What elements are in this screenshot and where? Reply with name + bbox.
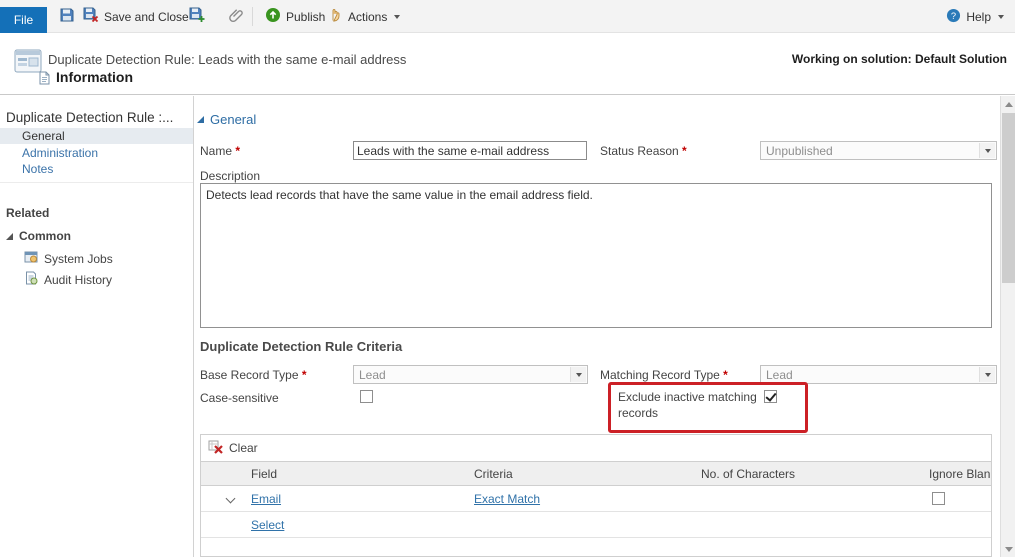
dropdown-arrow-icon bbox=[979, 143, 995, 158]
publish-button[interactable]: Publish bbox=[262, 4, 328, 29]
svg-text:?: ? bbox=[951, 10, 956, 20]
scroll-down-arrow-icon bbox=[1004, 546, 1013, 552]
sidebar-divider bbox=[0, 182, 193, 183]
save-and-new-icon bbox=[189, 7, 205, 26]
attach-button[interactable] bbox=[226, 4, 248, 29]
column-header-criteria: Criteria bbox=[474, 467, 513, 481]
actions-caret-icon bbox=[394, 14, 401, 19]
system-jobs-label: System Jobs bbox=[44, 251, 113, 266]
save-and-close-label: Save and Close bbox=[104, 9, 189, 24]
criteria-link-exact-match[interactable]: Exact Match bbox=[474, 492, 540, 506]
vertical-scrollbar[interactable] bbox=[1000, 96, 1015, 557]
sidebar-item-general[interactable]: General bbox=[0, 128, 193, 144]
general-section-label: General bbox=[210, 112, 257, 127]
base-record-type-label: Base Record Type bbox=[200, 368, 307, 382]
system-jobs-icon bbox=[24, 250, 38, 267]
save-button[interactable] bbox=[56, 4, 78, 29]
status-reason-value: Unpublished bbox=[766, 143, 833, 158]
clear-icon bbox=[208, 439, 223, 457]
publish-icon bbox=[265, 7, 281, 26]
save-and-close-button[interactable]: Save and Close bbox=[80, 4, 192, 29]
status-reason-dropdown[interactable]: Unpublished bbox=[760, 141, 997, 160]
save-and-close-icon bbox=[83, 7, 99, 26]
case-sensitive-checkbox[interactable] bbox=[360, 390, 373, 403]
matching-record-type-value: Lead bbox=[766, 367, 793, 382]
name-label: Name bbox=[200, 144, 240, 158]
name-input[interactable] bbox=[353, 141, 587, 160]
criteria-row-select: Select bbox=[201, 512, 991, 538]
section-collapse-icon bbox=[197, 116, 204, 123]
column-header-ignore-blank: Ignore Blank bbox=[929, 467, 992, 481]
publish-label: Publish bbox=[286, 9, 326, 24]
column-header-no-of-characters: No. of Characters bbox=[701, 467, 796, 481]
page-header: Duplicate Detection Rule: Leads with the… bbox=[0, 33, 1015, 95]
actions-button[interactable]: Actions bbox=[324, 4, 403, 29]
common-group-label: Common bbox=[19, 229, 71, 243]
save-and-new-button[interactable] bbox=[186, 4, 208, 29]
column-header-field: Field bbox=[251, 467, 278, 481]
crm-duplicate-detection-window: File Save and Close Publish Actions ? He… bbox=[0, 0, 1015, 557]
exclude-inactive-checkbox[interactable] bbox=[764, 390, 777, 403]
clear-button[interactable]: Clear bbox=[208, 439, 258, 457]
field-link-select[interactable]: Select bbox=[251, 518, 284, 532]
matching-record-type-label: Matching Record Type bbox=[600, 368, 728, 382]
sidebar-item-audit-history[interactable]: Audit History bbox=[24, 271, 112, 288]
toolbar-separator bbox=[252, 7, 253, 26]
attachment-icon bbox=[229, 7, 245, 26]
clear-label: Clear bbox=[229, 441, 258, 455]
scroll-down-button[interactable] bbox=[1001, 541, 1015, 557]
dropdown-arrow-icon bbox=[979, 367, 995, 382]
dropdown-arrow-icon bbox=[570, 367, 586, 382]
criteria-section-title: Duplicate Detection Rule Criteria bbox=[200, 339, 403, 354]
information-form-icon bbox=[37, 71, 51, 90]
sidebar-item-notes[interactable]: Notes bbox=[0, 161, 193, 177]
left-navigation-pane: Duplicate Detection Rule :... General Ad… bbox=[0, 96, 194, 557]
sidebar-item-system-jobs[interactable]: System Jobs bbox=[24, 250, 113, 267]
actions-hand-icon bbox=[327, 7, 343, 26]
help-caret-icon bbox=[998, 14, 1004, 19]
page-title: Duplicate Detection Rule: Leads with the… bbox=[48, 52, 407, 67]
general-section-header[interactable]: General bbox=[197, 112, 256, 127]
ignore-blank-checkbox[interactable] bbox=[932, 492, 945, 505]
actions-label: Actions bbox=[348, 9, 388, 24]
help-globe-icon: ? bbox=[946, 8, 961, 26]
base-record-type-value: Lead bbox=[359, 367, 386, 382]
base-record-type-dropdown[interactable]: Lead bbox=[353, 365, 588, 384]
working-on-solution-label: Working on solution: Default Solution bbox=[791, 52, 1007, 66]
help-label: Help bbox=[966, 9, 991, 24]
criteria-grid-header: Field Criteria No. of Characters Ignore … bbox=[201, 461, 991, 486]
description-textarea[interactable]: Detects lead records that have the same … bbox=[200, 183, 992, 328]
row-expand-chevron-icon[interactable] bbox=[225, 493, 236, 504]
sidebar-group-common[interactable]: Common bbox=[6, 229, 71, 243]
field-link-email[interactable]: Email bbox=[251, 492, 281, 506]
save-icon bbox=[59, 7, 75, 26]
collapse-triangle-icon bbox=[6, 232, 13, 240]
ribbon-toolbar: File Save and Close Publish Actions ? He… bbox=[0, 0, 1015, 33]
sidebar-item-administration[interactable]: Administration bbox=[0, 145, 193, 161]
help-button[interactable]: ? Help bbox=[943, 4, 1007, 29]
sidebar-record-title: Duplicate Detection Rule :... bbox=[6, 110, 174, 125]
page-subtitle: Information bbox=[56, 69, 133, 85]
criteria-grid-toolbar: Clear bbox=[201, 435, 991, 461]
scroll-up-button[interactable] bbox=[1001, 96, 1015, 112]
scroll-up-arrow-icon bbox=[1004, 101, 1013, 107]
description-label: Description bbox=[200, 169, 261, 183]
matching-record-type-dropdown[interactable]: Lead bbox=[760, 365, 997, 384]
case-sensitive-label: Case-sensitive bbox=[200, 391, 279, 405]
related-heading: Related bbox=[6, 206, 50, 220]
audit-history-icon bbox=[24, 271, 38, 288]
criteria-grid: Clear Field Criteria No. of Characters I… bbox=[200, 434, 992, 557]
scrollbar-thumb[interactable] bbox=[1002, 113, 1015, 283]
exclude-inactive-label: Exclude inactive matching records bbox=[618, 390, 757, 421]
audit-history-label: Audit History bbox=[44, 272, 113, 287]
criteria-row-email: Email Exact Match bbox=[201, 486, 991, 512]
file-tab[interactable]: File bbox=[0, 7, 47, 33]
status-reason-label: Status Reason bbox=[600, 144, 687, 158]
